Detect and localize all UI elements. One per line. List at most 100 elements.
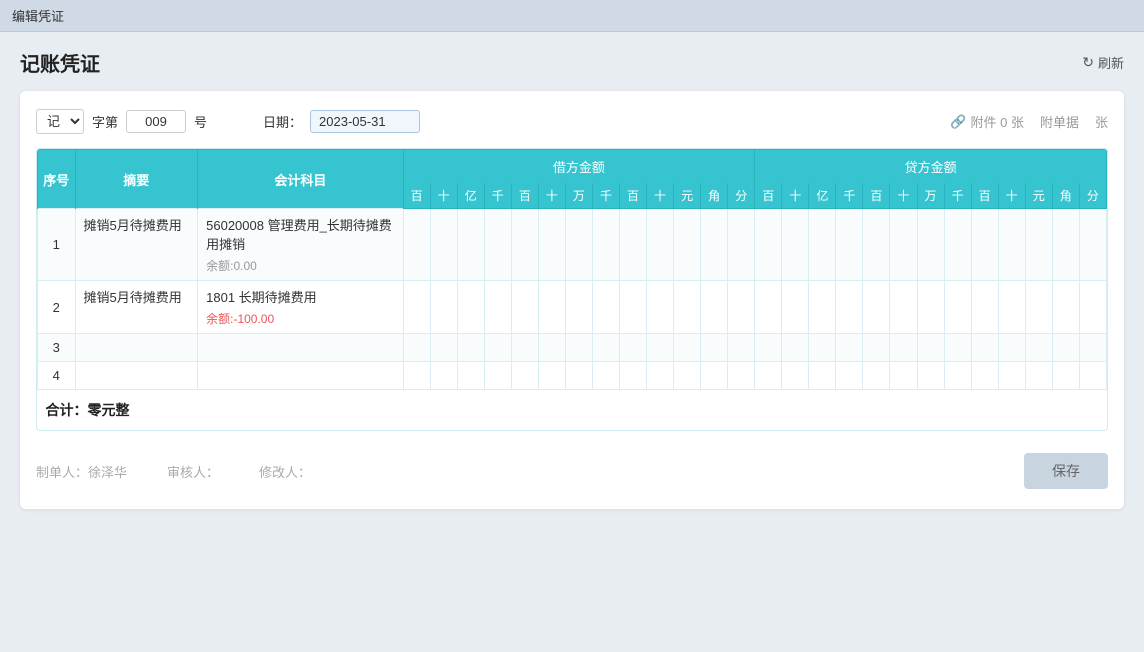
credit-col-5[interactable] [890, 334, 917, 362]
debit-col-1[interactable] [430, 362, 457, 390]
debit-col-0[interactable] [403, 281, 430, 334]
credit-col-2[interactable] [809, 209, 836, 281]
credit-col-10[interactable] [1025, 209, 1052, 281]
debit-col-9[interactable] [647, 209, 674, 281]
credit-col-2[interactable] [809, 281, 836, 334]
debit-col-5[interactable] [538, 209, 565, 281]
credit-col-6[interactable] [917, 334, 944, 362]
debit-col-11[interactable] [701, 362, 728, 390]
credit-col-3[interactable] [836, 209, 863, 281]
debit-col-9[interactable] [647, 281, 674, 334]
debit-col-4[interactable] [511, 362, 538, 390]
row-account[interactable]: 56020008 管理费用_长期待摊费用摊销余额:0.00 [198, 209, 403, 281]
debit-col-5[interactable] [538, 362, 565, 390]
credit-col-8[interactable] [971, 362, 998, 390]
debit-col-3[interactable] [484, 362, 511, 390]
credit-col-10[interactable] [1025, 281, 1052, 334]
debit-col-1[interactable] [430, 334, 457, 362]
credit-col-12[interactable] [1079, 334, 1106, 362]
debit-col-2[interactable] [457, 209, 484, 281]
debit-col-7[interactable] [592, 362, 619, 390]
debit-col-4[interactable] [511, 334, 538, 362]
credit-col-12[interactable] [1079, 362, 1106, 390]
credit-col-11[interactable] [1052, 362, 1079, 390]
credit-col-5[interactable] [890, 209, 917, 281]
debit-col-4[interactable] [511, 281, 538, 334]
debit-col-11[interactable] [701, 209, 728, 281]
credit-col-0[interactable] [755, 334, 782, 362]
debit-col-12[interactable] [728, 334, 755, 362]
debit-col-8[interactable] [619, 362, 646, 390]
credit-col-11[interactable] [1052, 209, 1079, 281]
row-summary[interactable] [75, 334, 198, 362]
date-input[interactable] [310, 110, 420, 133]
row-account[interactable] [198, 362, 403, 390]
credit-col-6[interactable] [917, 209, 944, 281]
credit-col-8[interactable] [971, 281, 998, 334]
debit-col-2[interactable] [457, 362, 484, 390]
credit-col-3[interactable] [836, 362, 863, 390]
credit-col-2[interactable] [809, 334, 836, 362]
attach-single-label[interactable]: 附单据 [1040, 112, 1079, 131]
credit-col-7[interactable] [944, 334, 971, 362]
credit-col-1[interactable] [782, 281, 809, 334]
row-account[interactable] [198, 334, 403, 362]
refresh-button[interactable]: ↻ 刷新 [1082, 53, 1124, 72]
credit-col-7[interactable] [944, 362, 971, 390]
debit-col-8[interactable] [619, 209, 646, 281]
credit-col-10[interactable] [1025, 362, 1052, 390]
debit-col-11[interactable] [701, 334, 728, 362]
debit-col-5[interactable] [538, 281, 565, 334]
debit-col-10[interactable] [674, 209, 701, 281]
debit-col-8[interactable] [619, 281, 646, 334]
debit-col-6[interactable] [565, 362, 592, 390]
credit-col-5[interactable] [890, 281, 917, 334]
debit-col-9[interactable] [647, 334, 674, 362]
debit-col-9[interactable] [647, 362, 674, 390]
voucher-number-input[interactable] [126, 110, 186, 133]
credit-col-4[interactable] [863, 334, 890, 362]
credit-col-3[interactable] [836, 334, 863, 362]
debit-col-7[interactable] [592, 281, 619, 334]
debit-col-12[interactable] [728, 362, 755, 390]
credit-col-9[interactable] [998, 281, 1025, 334]
debit-col-0[interactable] [403, 334, 430, 362]
credit-col-0[interactable] [755, 209, 782, 281]
credit-col-1[interactable] [782, 334, 809, 362]
credit-col-0[interactable] [755, 362, 782, 390]
credit-col-9[interactable] [998, 362, 1025, 390]
debit-col-1[interactable] [430, 281, 457, 334]
credit-col-8[interactable] [971, 334, 998, 362]
credit-col-11[interactable] [1052, 281, 1079, 334]
credit-col-10[interactable] [1025, 334, 1052, 362]
credit-col-6[interactable] [917, 362, 944, 390]
credit-col-12[interactable] [1079, 281, 1106, 334]
debit-col-12[interactable] [728, 281, 755, 334]
attach-link[interactable]: 🔗 附件 0 张 [950, 112, 1024, 131]
debit-col-4[interactable] [511, 209, 538, 281]
debit-col-3[interactable] [484, 281, 511, 334]
credit-col-4[interactable] [863, 209, 890, 281]
debit-col-1[interactable] [430, 209, 457, 281]
debit-col-7[interactable] [592, 209, 619, 281]
row-account[interactable]: 1801 长期待摊费用余额:-100.00 [198, 281, 403, 334]
row-summary[interactable]: 摊销5月待摊费用 [75, 209, 198, 281]
debit-col-6[interactable] [565, 281, 592, 334]
credit-col-0[interactable] [755, 281, 782, 334]
debit-col-11[interactable] [701, 281, 728, 334]
credit-col-5[interactable] [890, 362, 917, 390]
credit-col-9[interactable] [998, 334, 1025, 362]
debit-col-3[interactable] [484, 334, 511, 362]
debit-col-12[interactable] [728, 209, 755, 281]
credit-col-4[interactable] [863, 362, 890, 390]
credit-col-3[interactable] [836, 281, 863, 334]
credit-col-7[interactable] [944, 209, 971, 281]
debit-col-8[interactable] [619, 334, 646, 362]
debit-col-0[interactable] [403, 209, 430, 281]
credit-col-2[interactable] [809, 362, 836, 390]
row-summary[interactable]: 摊销5月待摊费用 [75, 281, 198, 334]
debit-col-10[interactable] [674, 334, 701, 362]
voucher-type-select[interactable]: 记 [36, 109, 84, 134]
credit-col-11[interactable] [1052, 334, 1079, 362]
credit-col-1[interactable] [782, 209, 809, 281]
